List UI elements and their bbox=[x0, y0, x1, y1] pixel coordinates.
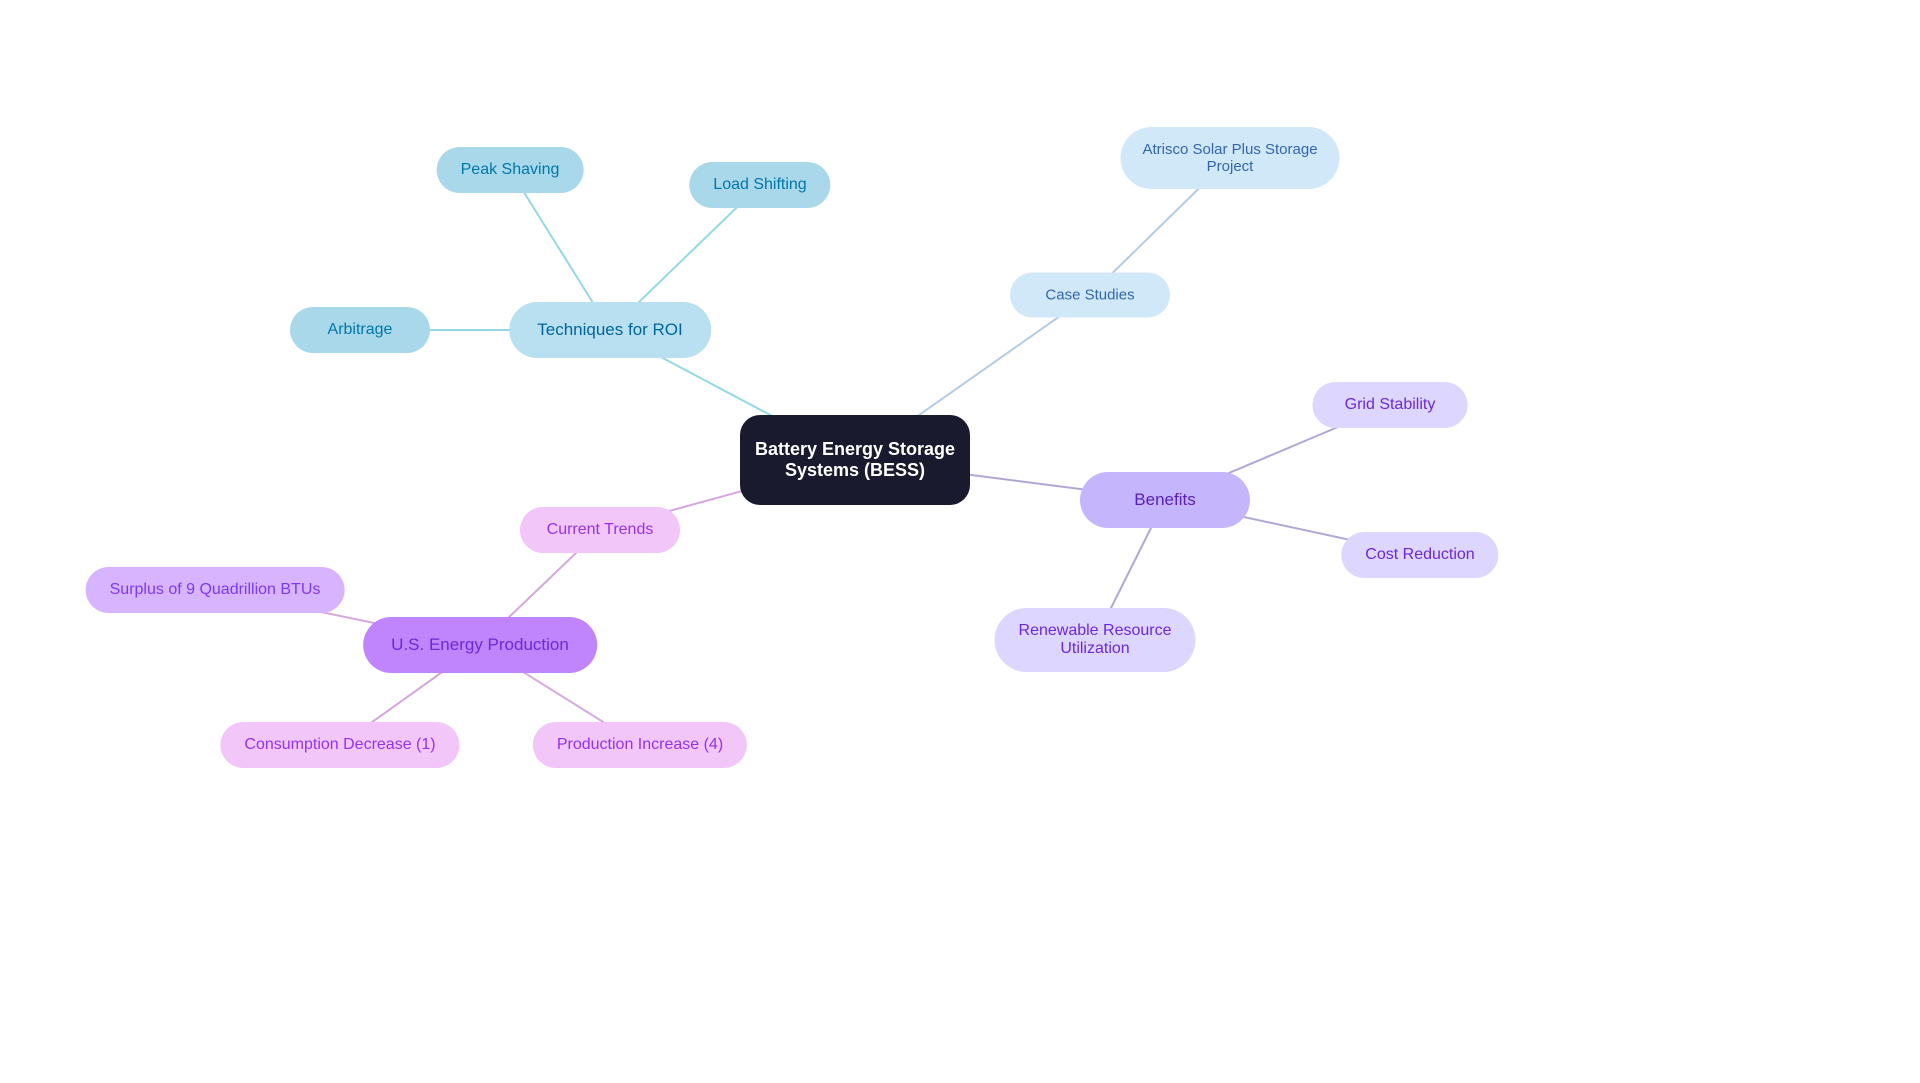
cost-reduction-label: Cost Reduction bbox=[1365, 546, 1474, 564]
case-studies-label: Case Studies bbox=[1045, 287, 1134, 304]
peak-shaving-label: Peak Shaving bbox=[461, 161, 560, 179]
grid-stability-node[interactable]: Grid Stability bbox=[1313, 382, 1468, 428]
techniques-roi-node[interactable]: Techniques for ROI bbox=[509, 302, 711, 358]
consumption-label: Consumption Decrease (1) bbox=[244, 736, 435, 754]
center-label: Battery Energy Storage Systems (BESS) bbox=[755, 439, 955, 481]
current-trends-label: Current Trends bbox=[547, 521, 654, 539]
production-inc-label: Production Increase (4) bbox=[557, 736, 723, 754]
mindmap-container: Battery Energy Storage Systems (BESS) Te… bbox=[0, 0, 1920, 1083]
arbitrage-node[interactable]: Arbitrage bbox=[290, 307, 430, 353]
production-inc-node[interactable]: Production Increase (4) bbox=[533, 722, 747, 768]
consumption-node[interactable]: Consumption Decrease (1) bbox=[220, 722, 459, 768]
peak-shaving-node[interactable]: Peak Shaving bbox=[437, 147, 584, 193]
case-studies-node[interactable]: Case Studies bbox=[1010, 273, 1170, 318]
atrisco-node[interactable]: Atrisco Solar Plus Storage Project bbox=[1120, 127, 1339, 189]
cost-reduction-node[interactable]: Cost Reduction bbox=[1341, 532, 1498, 578]
benefits-label: Benefits bbox=[1134, 490, 1195, 510]
arbitrage-label: Arbitrage bbox=[328, 321, 393, 339]
us-energy-label: U.S. Energy Production bbox=[391, 635, 569, 655]
surplus-node[interactable]: Surplus of 9 Quadrillion BTUs bbox=[86, 567, 345, 613]
load-shifting-node[interactable]: Load Shifting bbox=[689, 162, 830, 208]
load-shifting-label: Load Shifting bbox=[713, 176, 806, 194]
renewable-label: Renewable Resource Utilization bbox=[1019, 622, 1172, 658]
atrisco-label: Atrisco Solar Plus Storage Project bbox=[1142, 141, 1317, 175]
techniques-roi-label: Techniques for ROI bbox=[537, 320, 683, 340]
grid-stability-label: Grid Stability bbox=[1345, 396, 1436, 414]
connections-svg bbox=[0, 0, 1920, 1083]
us-energy-node[interactable]: U.S. Energy Production bbox=[363, 617, 597, 673]
current-trends-node[interactable]: Current Trends bbox=[520, 507, 680, 553]
center-node[interactable]: Battery Energy Storage Systems (BESS) bbox=[740, 415, 970, 505]
surplus-label: Surplus of 9 Quadrillion BTUs bbox=[110, 581, 321, 599]
renewable-node[interactable]: Renewable Resource Utilization bbox=[995, 608, 1196, 672]
benefits-node[interactable]: Benefits bbox=[1080, 472, 1250, 528]
